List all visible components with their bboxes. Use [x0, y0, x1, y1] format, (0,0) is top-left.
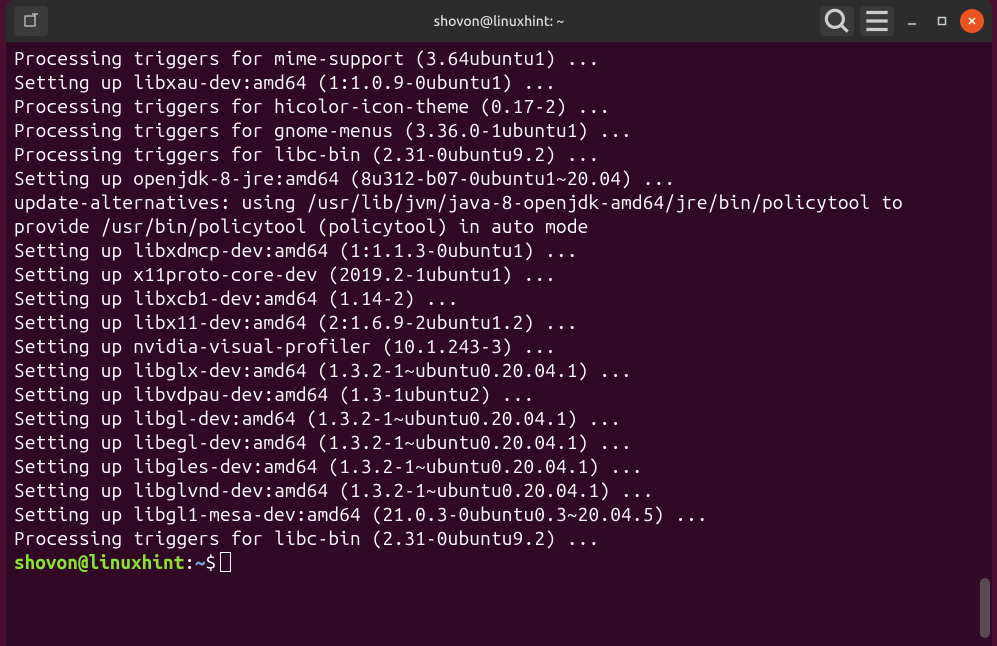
- search-button[interactable]: [820, 6, 854, 36]
- terminal-output-line: update-alternatives: using /usr/lib/jvm/…: [14, 190, 984, 238]
- terminal-output-line: Processing triggers for libc-bin (2.31-0…: [14, 142, 984, 166]
- prompt-path: ~: [195, 550, 206, 574]
- terminal-output-line: Setting up libegl-dev:amd64 (1.3.2-1~ubu…: [14, 430, 984, 454]
- hamburger-icon: [860, 4, 894, 38]
- scrollbar-thumb[interactable]: [980, 578, 990, 638]
- terminal-body[interactable]: Processing triggers for mime-support (3.…: [6, 42, 992, 646]
- terminal-output-line: Setting up openjdk-8-jre:amd64 (8u312-b0…: [14, 166, 984, 190]
- new-tab-icon: [23, 13, 39, 29]
- terminal-output-line: Setting up libgl1-mesa-dev:amd64 (21.0.3…: [14, 502, 984, 526]
- terminal-output-line: Setting up libxdmcp-dev:amd64 (1:1.1.3-0…: [14, 238, 984, 262]
- terminal-output-line: Processing triggers for gnome-menus (3.3…: [14, 118, 984, 142]
- titlebar-right: [820, 6, 984, 36]
- terminal-output-line: Setting up libglvnd-dev:amd64 (1.3.2-1~u…: [14, 478, 984, 502]
- minimize-icon: [907, 16, 917, 26]
- terminal-output-line: Setting up libvdpau-dev:amd64 (1.3-1ubun…: [14, 382, 984, 406]
- search-icon: [820, 4, 854, 38]
- minimize-button[interactable]: [900, 9, 924, 33]
- terminal-output-line: Setting up libglx-dev:amd64 (1.3.2-1~ubu…: [14, 358, 984, 382]
- prompt-user-host: shovon@linuxhint: [14, 550, 184, 574]
- prompt-line: shovon@linuxhint:~$: [14, 550, 984, 574]
- terminal-output-line: Setting up nvidia-visual-profiler (10.1.…: [14, 334, 984, 358]
- terminal-output-line: Setting up libxau-dev:amd64 (1:1.0.9-0ub…: [14, 70, 984, 94]
- new-tab-button[interactable]: [14, 6, 48, 36]
- menu-button[interactable]: [860, 6, 894, 36]
- maximize-icon: [937, 16, 947, 26]
- close-button[interactable]: [960, 9, 984, 33]
- maximize-button[interactable]: [930, 9, 954, 33]
- terminal-output-line: Setting up libgl-dev:amd64 (1.3.2-1~ubun…: [14, 406, 984, 430]
- cursor: [220, 552, 231, 572]
- terminal-output-line: Setting up libxcb1-dev:amd64 (1.14-2) ..…: [14, 286, 984, 310]
- close-icon: [967, 16, 977, 26]
- window-title: shovon@linuxhint: ~: [434, 13, 565, 29]
- terminal-window: shovon@linuxhint: ~: [6, 0, 992, 646]
- prompt-colon: :: [184, 550, 195, 574]
- terminal-output-line: Setting up libgles-dev:amd64 (1.3.2-1~ub…: [14, 454, 984, 478]
- terminal-output-line: Processing triggers for hicolor-icon-the…: [14, 94, 984, 118]
- titlebar-left: [14, 6, 52, 36]
- terminal-output-line: Setting up x11proto-core-dev (2019.2-1ub…: [14, 262, 984, 286]
- terminal-output-line: Setting up libx11-dev:amd64 (2:1.6.9-2ub…: [14, 310, 984, 334]
- terminal-output-line: Processing triggers for libc-bin (2.31-0…: [14, 526, 984, 550]
- titlebar: shovon@linuxhint: ~: [6, 0, 992, 42]
- prompt-dollar: $: [206, 550, 217, 574]
- terminal-output-line: Processing triggers for mime-support (3.…: [14, 46, 984, 70]
